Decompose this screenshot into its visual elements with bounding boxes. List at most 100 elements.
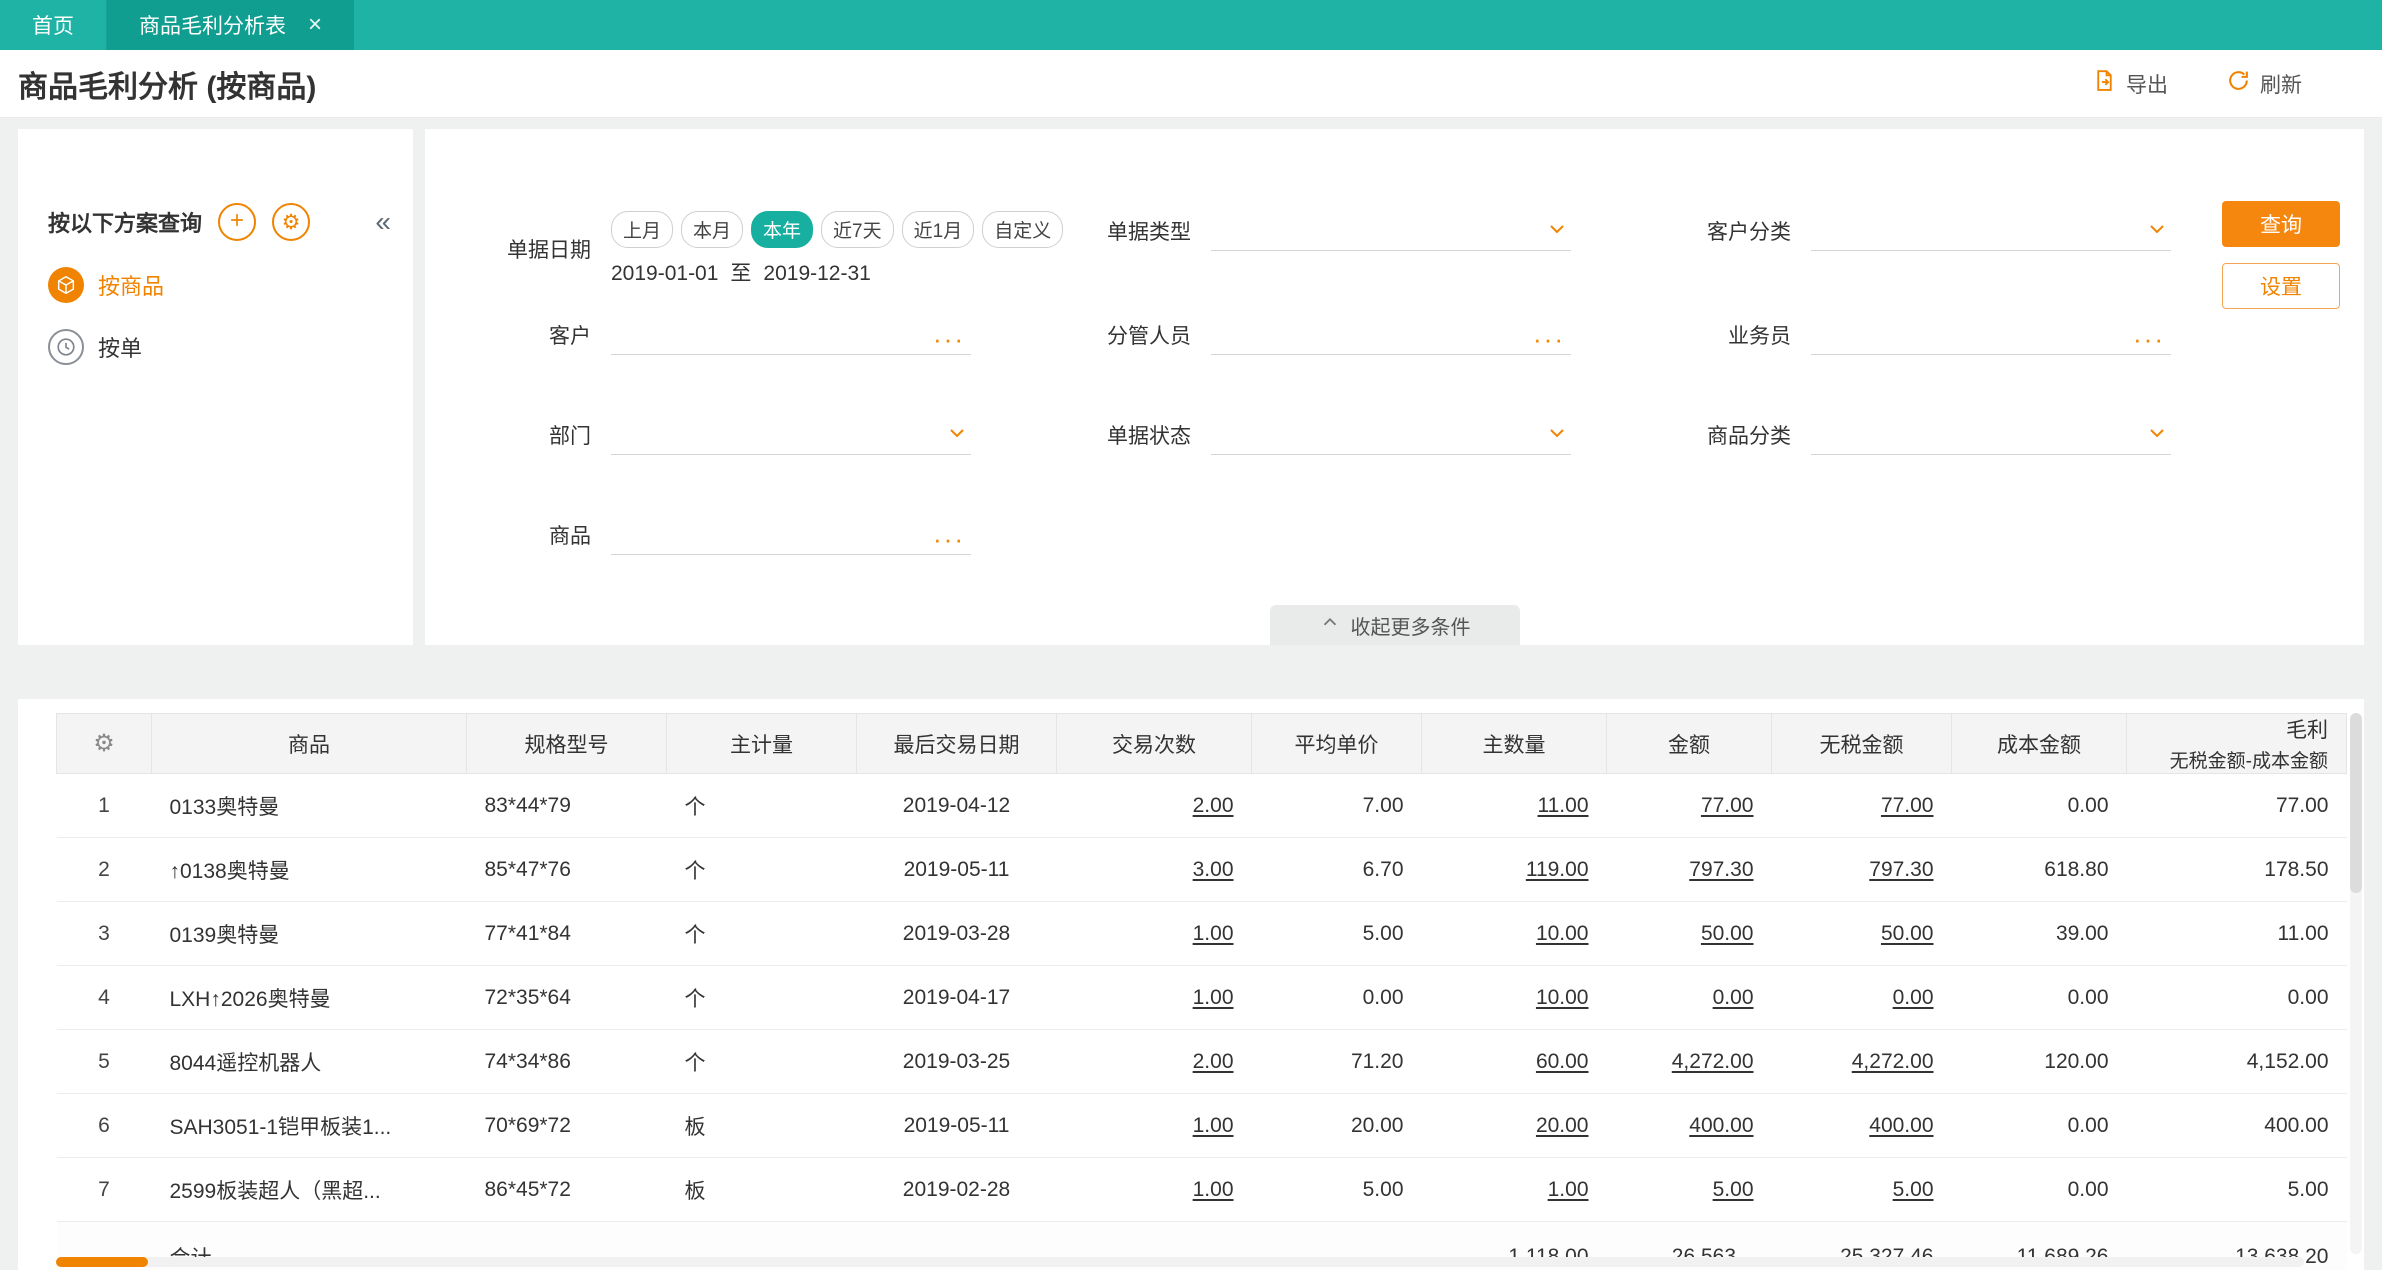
product-picker[interactable]: ··· [611, 515, 971, 555]
tx_count-drilldown-link[interactable]: 1.00 [1193, 1114, 1234, 1137]
tab-home[interactable]: 首页 [0, 0, 107, 50]
date-chip[interactable]: 近1月 [901, 211, 975, 248]
bill-status-select[interactable] [1211, 415, 1571, 455]
chevron-down-icon [945, 421, 969, 450]
qty-drilldown-link[interactable]: 11.00 [1538, 794, 1589, 817]
profit-label: 毛利 [2286, 719, 2328, 742]
customer-picker[interactable]: ··· [611, 315, 971, 355]
date-range: 2019-01-01 至 2019-12-31 [611, 257, 1063, 287]
tx_count-drilldown-link[interactable]: 1.00 [1193, 922, 1234, 945]
qty-drilldown-link[interactable]: 1.00 [1548, 1178, 1589, 1201]
tax_free-drilldown-link[interactable]: 400.00 [1869, 1114, 1933, 1137]
date-chip[interactable]: 近7天 [821, 211, 894, 248]
settings-button[interactable]: 设置 [2222, 263, 2340, 309]
customer-category-select[interactable] [1811, 211, 2171, 251]
tax_free-drilldown-link[interactable]: 0.00 [1893, 986, 1934, 1009]
refresh-button[interactable]: 刷新 [2226, 68, 2302, 99]
manager-picker[interactable]: ··· [1211, 315, 1571, 355]
tx_count-drilldown-link[interactable]: 1.00 [1193, 1178, 1234, 1201]
table-row[interactable]: 1 0133奥特曼 83*44*79 个 2019-04-12 2.00 7.00 11.00… [56, 773, 2347, 838]
column-header-unit[interactable]: 主计量 [666, 713, 857, 774]
cell-profit: 77.00 [2126, 773, 2347, 838]
chevron-up-icon [1319, 611, 1341, 639]
table-row[interactable]: 3 0139奥特曼 77*41*84 个 2019-03-28 1.00 5.00 10.00… [56, 901, 2347, 966]
table-row[interactable]: 7 2599板装超人（黑超... 86*45*72 板 2019-02-28 1.00 5.… [56, 1157, 2347, 1222]
column-header-qty[interactable]: 主数量 [1421, 713, 1607, 774]
department-select[interactable] [611, 415, 971, 455]
cell-unit: 个 [666, 901, 857, 966]
cell-cost: 39.00 [1951, 901, 2127, 966]
column-header-tx-count[interactable]: 交易次数 [1056, 713, 1252, 774]
table-row[interactable]: 2 ↑0138奥特曼 85*47*76 个 2019-05-11 3.00 6.70 119.… [56, 837, 2347, 902]
cell-tx_count: 1.00 [1056, 901, 1252, 966]
tx_count-drilldown-link[interactable]: 2.00 [1193, 1050, 1234, 1073]
column-header-spec[interactable]: 规格型号 [466, 713, 667, 774]
amount-drilldown-link[interactable]: 797.30 [1689, 858, 1753, 881]
cell-profit: 400.00 [2126, 1093, 2347, 1158]
cell-qty: 20.00 [1421, 1093, 1607, 1158]
column-header-last-date[interactable]: 最后交易日期 [856, 713, 1057, 774]
column-header-amount[interactable]: 金额 [1606, 713, 1772, 774]
qty-drilldown-link[interactable]: 60.00 [1536, 1050, 1589, 1073]
date-end-value[interactable]: 2019-12-31 [763, 262, 870, 286]
column-header-tax-free[interactable]: 无税金额 [1771, 713, 1952, 774]
sidebar-item-by-product[interactable]: 按商品 [48, 267, 391, 303]
salesman-picker[interactable]: ··· [1811, 315, 2171, 355]
amount-drilldown-link[interactable]: 50.00 [1701, 922, 1754, 945]
tx_count-drilldown-link[interactable]: 2.00 [1193, 794, 1234, 817]
tax_free-drilldown-link[interactable]: 5.00 [1893, 1178, 1934, 1201]
query-button[interactable]: 查询 [2222, 201, 2340, 247]
table-row[interactable]: 5 8044遥控机器人 74*34*86 个 2019-03-25 2.00 71.20 60… [56, 1029, 2347, 1094]
plus-icon [227, 210, 247, 235]
scheme-settings-button[interactable]: ⚙ [272, 203, 311, 241]
cell-qty: 119.00 [1421, 837, 1607, 902]
column-header-avg-price[interactable]: 平均单价 [1251, 713, 1422, 774]
row-number: 4 [56, 965, 152, 1030]
add-scheme-button[interactable] [218, 203, 257, 241]
column-settings-gear-icon[interactable]: ⚙ [56, 713, 152, 774]
sidebar-item-by-bill[interactable]: 按单 [48, 329, 391, 365]
collapse-conditions-bar[interactable]: 收起更多条件 [1269, 605, 1520, 645]
amount-drilldown-link[interactable]: 5.00 [1713, 1178, 1754, 1201]
product-category-select[interactable] [1811, 415, 2171, 455]
tx_count-drilldown-link[interactable]: 3.00 [1193, 858, 1234, 881]
amount-drilldown-link[interactable]: 4,272.00 [1672, 1050, 1754, 1073]
amount-drilldown-link[interactable]: 77.00 [1701, 794, 1754, 817]
date-chip[interactable]: 自定义 [982, 211, 1064, 248]
column-header-product[interactable]: 商品 [151, 713, 467, 774]
qty-drilldown-link[interactable]: 10.00 [1536, 986, 1589, 1009]
cell-tax_free: 77.00 [1771, 773, 1952, 838]
amount-drilldown-link[interactable]: 400.00 [1689, 1114, 1753, 1137]
cell-last_date: 2019-02-28 [856, 1157, 1057, 1222]
cell-product: 2599板装超人（黑超... [151, 1157, 467, 1222]
date-start-value[interactable]: 2019-01-01 [611, 262, 718, 286]
close-icon[interactable]: × [308, 13, 322, 37]
tax_free-drilldown-link[interactable]: 4,272.00 [1852, 1050, 1934, 1073]
tax_free-drilldown-link[interactable]: 50.00 [1881, 922, 1934, 945]
qty-drilldown-link[interactable]: 119.00 [1526, 858, 1589, 881]
cell-tax_free: 0.00 [1771, 965, 1952, 1030]
sidebar-head: 按以下方案查询 ⚙ « [48, 203, 391, 241]
qty-drilldown-link[interactable]: 10.00 [1536, 922, 1589, 945]
table-row[interactable]: 4 LXH↑2026奥特曼 72*35*64 个 2019-04-17 1.00 0.00 1… [56, 965, 2347, 1030]
horizontal-scrollbar-thumb[interactable] [56, 1257, 148, 1267]
qty-drilldown-link[interactable]: 20.00 [1536, 1114, 1589, 1137]
column-header-profit[interactable]: 毛利 无税金额-成本金额 [2126, 713, 2347, 774]
vertical-scrollbar-thumb[interactable] [2350, 713, 2362, 893]
date-chip[interactable]: 本月 [681, 211, 744, 248]
date-chip[interactable]: 本年 [751, 211, 814, 248]
amount-drilldown-link[interactable]: 0.00 [1713, 986, 1754, 1009]
filter-row-4: 商品 ··· [461, 515, 2344, 555]
product-category-group: 商品分类 [1661, 415, 2261, 455]
table-row[interactable]: 6 SAH3051-1铠甲板装1... 70*69*72 板 2019-05-11 1.0… [56, 1093, 2347, 1158]
cell-spec: 85*47*76 [466, 837, 667, 902]
sidebar-collapse-icon[interactable]: « [375, 208, 391, 236]
bill-type-select[interactable] [1211, 211, 1571, 251]
export-button[interactable]: 导出 [2092, 68, 2168, 99]
tx_count-drilldown-link[interactable]: 1.00 [1193, 986, 1234, 1009]
column-header-cost[interactable]: 成本金额 [1951, 713, 2127, 774]
tab-active[interactable]: 商品毛利分析表 × [107, 0, 355, 50]
tax_free-drilldown-link[interactable]: 77.00 [1881, 794, 1934, 817]
date-chip[interactable]: 上月 [611, 211, 674, 248]
tax_free-drilldown-link[interactable]: 797.30 [1869, 858, 1933, 881]
